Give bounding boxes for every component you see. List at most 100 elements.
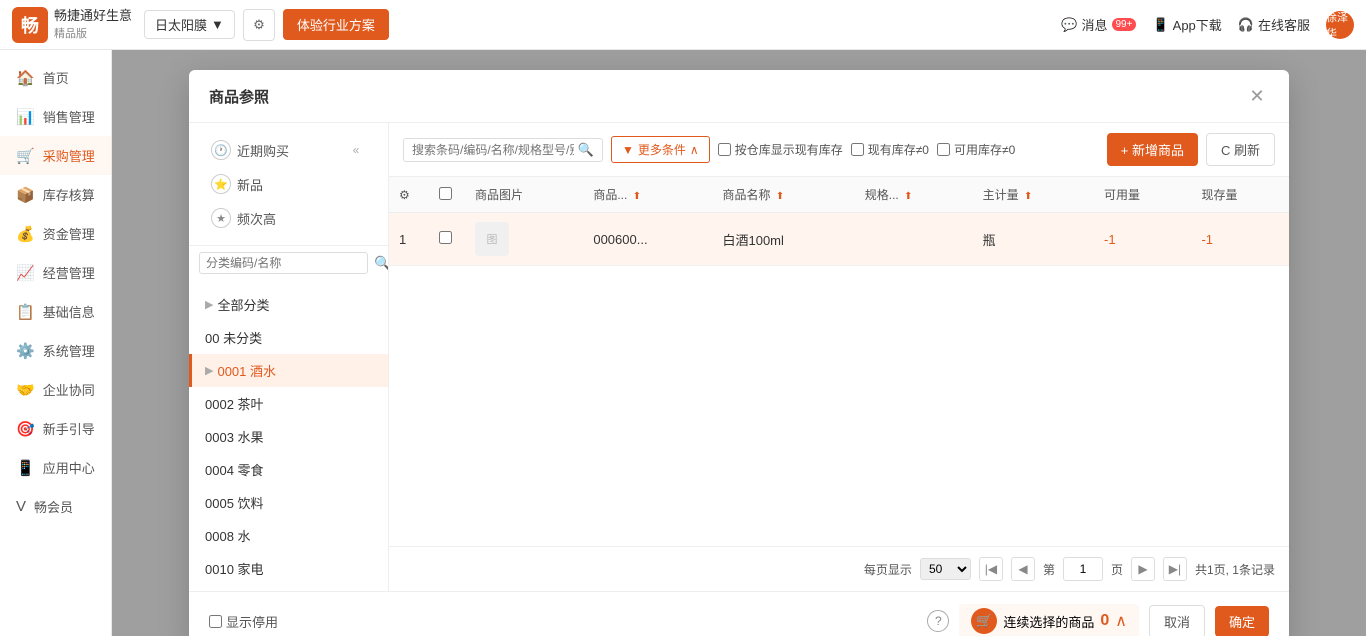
row-checkbox[interactable] [429,213,465,266]
refresh-button[interactable]: C 刷新 [1206,133,1275,166]
col-spec[interactable]: 规格... ⬆ [855,177,973,213]
app-download-button[interactable]: 📱 App下载 [1152,15,1221,34]
sort-name-icon: ⬆ [776,191,784,202]
usable-ne0-checkbox[interactable]: 可用库存≠0 [937,141,1015,158]
sidebar-item-finance[interactable]: 💰 资金管理 [0,214,111,253]
add-product-button[interactable]: + 新增商品 [1107,133,1198,166]
page-summary: 共1页, 1条记录 [1195,561,1275,578]
warehouse-checkbox-input[interactable] [718,143,731,156]
confirm-button[interactable]: 确定 [1215,606,1269,636]
help-button[interactable]: ? [927,610,949,632]
online-service-button[interactable]: 🎧 在线客服 [1238,15,1310,34]
filter-icon: ▼ [622,143,634,157]
col-code[interactable]: 商品... ⬆ [583,177,712,213]
sidebar-item-sales[interactable]: 📊 销售管理 [0,97,111,136]
row-unit: 瓶 [973,213,1094,266]
first-page-button[interactable]: |◀ [979,557,1003,581]
last-page-button[interactable]: ▶| [1163,557,1187,581]
row-code: 000600... [583,213,712,266]
category-search-icon[interactable]: 🔍 [374,255,389,272]
search-icon[interactable]: 🔍 [578,142,594,158]
show-disabled-input[interactable] [209,615,222,628]
footer-left: 显示停用 [209,612,278,631]
category-search-input[interactable] [199,252,368,274]
sidebar-item-vip[interactable]: V 畅会员 [0,487,111,526]
modal-close-button[interactable]: ✕ [1245,84,1269,108]
cart-count: 0 [1100,612,1109,630]
arrow-icon: ▶ [205,298,213,311]
category-drinks[interactable]: 0005 饮料 [189,486,388,519]
sidebar-item-enterprise[interactable]: 🤝 企业协同 [0,370,111,409]
collapse-cart-button[interactable]: ∧ [1115,611,1127,631]
category-search: 🔍 [189,246,388,280]
category-list: ▶ 全部分类 00 未分类 ▶ 0001 酒水 0002 茶 [189,280,388,591]
next-page-button[interactable]: ▶ [1131,557,1155,581]
sidebar-item-basic-info[interactable]: 📋 基础信息 [0,292,111,331]
row-available: -1 [1094,213,1191,266]
logo-text: 畅捷通好生意 [54,8,132,25]
show-disabled-checkbox[interactable]: 显示停用 [209,612,278,631]
usable-ne0-input[interactable] [937,143,950,156]
category-fruit[interactable]: 0003 水果 [189,420,388,453]
sidebar-item-inventory[interactable]: 📦 库存核算 [0,175,111,214]
quick-nav-new[interactable]: ⭐ 新品 [199,167,378,201]
page-input[interactable] [1063,557,1103,581]
cart-area: 🛒 连续选择的商品 0 ∧ [959,604,1139,636]
sidebar-item-operations[interactable]: 📈 经营管理 [0,253,111,292]
stock-ne0-input[interactable] [851,143,864,156]
trial-button[interactable]: 体验行业方案 [283,9,389,40]
frequent-icon: ★ [211,208,231,228]
sidebar-item-apps[interactable]: 📱 应用中心 [0,448,111,487]
nav-right: 💬 消息 99+ 📱 App下载 🎧 在线客服 徐泽华 [1061,11,1354,39]
sort-code-icon: ⬆ [633,191,641,202]
sidebar-item-guide[interactable]: 🎯 新手引导 [0,409,111,448]
top-navigation: 畅 畅捷通好生意 精品版 日太阳膜 ▼ ⚙ 体验行业方案 💬 消息 99+ 📱 … [0,0,1366,50]
operations-icon: 📈 [16,264,35,282]
prev-page-button[interactable]: ◀ [1011,557,1035,581]
user-menu[interactable]: 徐泽华 [1326,11,1354,39]
finance-icon: 💰 [16,225,35,243]
product-table-wrapper: ⚙ 商品图片 商品... ⬆ [389,177,1289,546]
arrow-icon: ▶ [205,364,213,377]
category-unclassified[interactable]: 00 未分类 [189,321,388,354]
category-all[interactable]: ▶ 全部分类 [189,288,388,321]
category-tea[interactable]: 0002 茶叶 [189,387,388,420]
sidebar-item-purchase[interactable]: 🛒 采购管理 [0,136,111,175]
collapse-button[interactable]: « [346,140,366,160]
modal-overlay: 商品参照 ✕ 🕐 近期购买 « ⭐ [112,50,1366,636]
category-water[interactable]: 0008 水 [189,519,388,552]
quick-nav-recent[interactable]: 🕐 近期购买 « [199,133,378,167]
col-unit[interactable]: 主计量 ⬆ [973,177,1094,213]
page-size-select[interactable]: 50 10 20 100 [920,558,971,580]
category-snacks[interactable]: 0004 零食 [189,453,388,486]
category-liquor[interactable]: ▶ 0001 酒水 [189,354,388,387]
system-icon: ⚙️ [16,342,35,360]
apps-icon: 📱 [16,459,35,477]
row-name: 白酒100ml [712,213,854,266]
col-checkbox [429,177,465,213]
guide-icon: 🎯 [16,420,35,438]
sidebar-item-system[interactable]: ⚙️ 系统管理 [0,331,111,370]
modal-body: 🕐 近期购买 « ⭐ 新品 ★ 频次高 [189,123,1289,591]
avatar: 徐泽华 [1326,11,1354,39]
select-all-checkbox[interactable] [439,187,452,200]
more-filters-button[interactable]: ▼ 更多条件 ∧ [611,136,710,163]
stock-ne0-checkbox[interactable]: 现有库存≠0 [851,141,929,158]
cancel-button[interactable]: 取消 [1149,605,1205,636]
recent-icon: 🕐 [211,140,231,160]
logo-sub: 精品版 [54,25,132,41]
category-appliances[interactable]: 0010 家电 [189,552,388,585]
messages-button[interactable]: 💬 消息 99+ [1061,15,1136,34]
quick-nav-frequent[interactable]: ★ 频次高 [199,201,378,235]
table-row[interactable]: 1 图 000600... 白酒100ml 瓶 [389,213,1289,266]
message-badge: 99+ [1112,18,1137,31]
settings-button[interactable]: ⚙ [243,9,275,41]
sidebar-item-home[interactable]: 🏠 首页 [0,58,111,97]
col-name[interactable]: 商品名称 ⬆ [712,177,854,213]
branch-selector[interactable]: 日太阳膜 ▼ [144,10,235,39]
row-spec [855,213,973,266]
product-search-input[interactable] [412,143,574,157]
warehouse-display-checkbox[interactable]: 按仓库显示现有库存 [718,141,843,158]
logo-icon: 畅 [12,7,48,43]
quick-nav-section: 🕐 近期购买 « ⭐ 新品 ★ 频次高 [189,123,388,246]
